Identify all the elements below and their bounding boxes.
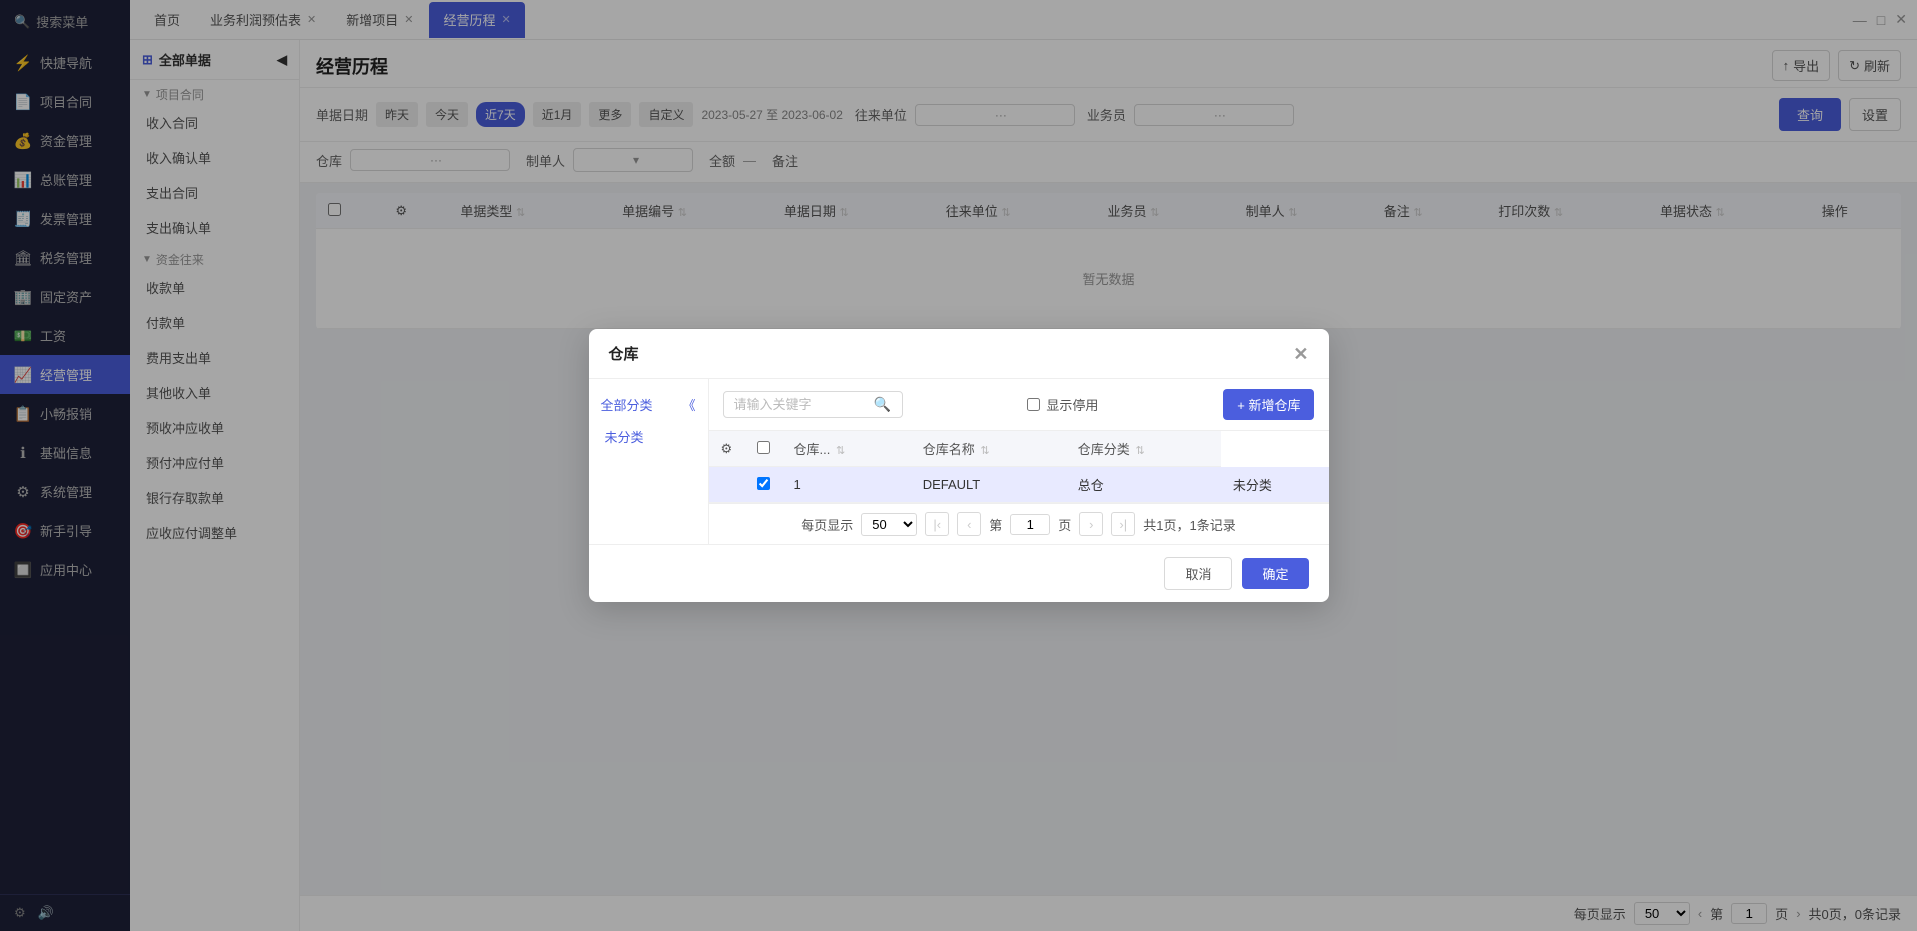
add-warehouse-label: + 新增仓库 — [1237, 395, 1300, 414]
dialog-footer: 取消 确定 — [589, 544, 1329, 602]
dialog-cancel-button[interactable]: 取消 — [1164, 557, 1232, 590]
dialog-search-input[interactable] — [734, 397, 874, 412]
dialog-cat-item-uncategorized[interactable]: 未分类 — [589, 420, 708, 453]
dialog-toolbar: 🔍 显示停用 + 新增仓库 — [709, 379, 1329, 431]
dialog-table: ⚙ 仓库... ⇅ 仓库名称 ⇅ — [709, 431, 1329, 503]
dialog-page-first[interactable]: |‹ — [925, 512, 949, 536]
show-disabled-label: 显示停用 — [1046, 395, 1098, 414]
dialog-per-page-label: 每页显示 — [801, 515, 853, 534]
dialog-sort-icon: ⇅ — [836, 445, 845, 457]
dialog-th-category[interactable]: 仓库分类 ⇅ — [1066, 431, 1221, 467]
dialog-left-header[interactable]: 全部分类 《 — [589, 389, 708, 420]
dialog-left-panel: 全部分类 《 未分类 — [589, 379, 709, 544]
dialog-close-icon[interactable]: ✕ — [1293, 345, 1308, 363]
dialog-per-page-select[interactable]: 50 100 200 — [861, 513, 917, 536]
dialog-header: 仓库 ✕ — [589, 329, 1329, 379]
dialog-page-label: 第 — [989, 515, 1002, 534]
dialog-th-settings[interactable]: ⚙ — [709, 431, 745, 467]
dialog-cat-label: 未分类 — [605, 430, 644, 445]
dialog-th-name[interactable]: 仓库名称 ⇅ — [911, 431, 1066, 467]
dialog-select-all[interactable] — [757, 441, 770, 454]
dialog-left-collapse-icon[interactable]: 《 — [682, 395, 695, 414]
dialog-th-code-label: 仓库... — [794, 442, 831, 457]
dialog-title: 仓库 — [609, 343, 639, 364]
dialog-sort-icon: ⇅ — [980, 445, 989, 457]
dialog-row-name: 总仓 — [1066, 467, 1221, 503]
dialog-right-panel: 🔍 显示停用 + 新增仓库 ⚙ — [709, 379, 1329, 544]
dialog-page-last[interactable]: ›| — [1111, 512, 1135, 536]
dialog-row-category: 未分类 — [1221, 467, 1329, 503]
warehouse-dialog: 仓库 ✕ 全部分类 《 未分类 🔍 — [589, 329, 1329, 602]
dialog-row-select[interactable] — [757, 477, 770, 490]
dialog-body: 全部分类 《 未分类 🔍 显示停用 — [589, 379, 1329, 544]
dialog-all-category-label: 全部分类 — [601, 395, 653, 414]
dialog-confirm-button[interactable]: 确定 — [1242, 558, 1308, 589]
dialog-search-wrap: 🔍 — [723, 391, 903, 418]
dialog-search-icon: 🔍 — [874, 396, 891, 413]
dialog-page-next[interactable]: › — [1079, 512, 1103, 536]
dialog-overlay[interactable]: 仓库 ✕ 全部分类 《 未分类 🔍 — [0, 0, 1917, 931]
dialog-sort-icon: ⇅ — [1135, 445, 1144, 457]
dialog-th-name-label: 仓库名称 — [923, 442, 975, 457]
dialog-pagination: 每页显示 50 100 200 |‹ ‹ 第 页 › ›| 共1页，1条记录 — [709, 503, 1329, 544]
dialog-row-checkbox[interactable] — [745, 467, 782, 503]
dialog-page-of: 页 — [1058, 515, 1071, 534]
dialog-page-prev[interactable]: ‹ — [957, 512, 981, 536]
dialog-table-row[interactable]: 1 DEFAULT 总仓 未分类 — [709, 467, 1329, 503]
dialog-row-settings — [709, 467, 745, 503]
dialog-row-id: 1 — [782, 467, 911, 503]
dialog-page-input[interactable] — [1010, 514, 1050, 535]
show-disabled-wrap: 显示停用 — [1027, 395, 1098, 414]
dialog-th-code[interactable]: 仓库... ⇅ — [782, 431, 911, 467]
add-warehouse-button[interactable]: + 新增仓库 — [1223, 389, 1314, 420]
show-disabled-checkbox[interactable] — [1027, 398, 1040, 411]
dialog-row-code: DEFAULT — [911, 467, 1066, 503]
dialog-th-category-label: 仓库分类 — [1078, 442, 1130, 457]
dialog-table-wrap: ⚙ 仓库... ⇅ 仓库名称 ⇅ — [709, 431, 1329, 503]
dialog-pagination-info: 共1页，1条记录 — [1143, 515, 1235, 534]
dialog-th-checkbox[interactable] — [745, 431, 782, 467]
